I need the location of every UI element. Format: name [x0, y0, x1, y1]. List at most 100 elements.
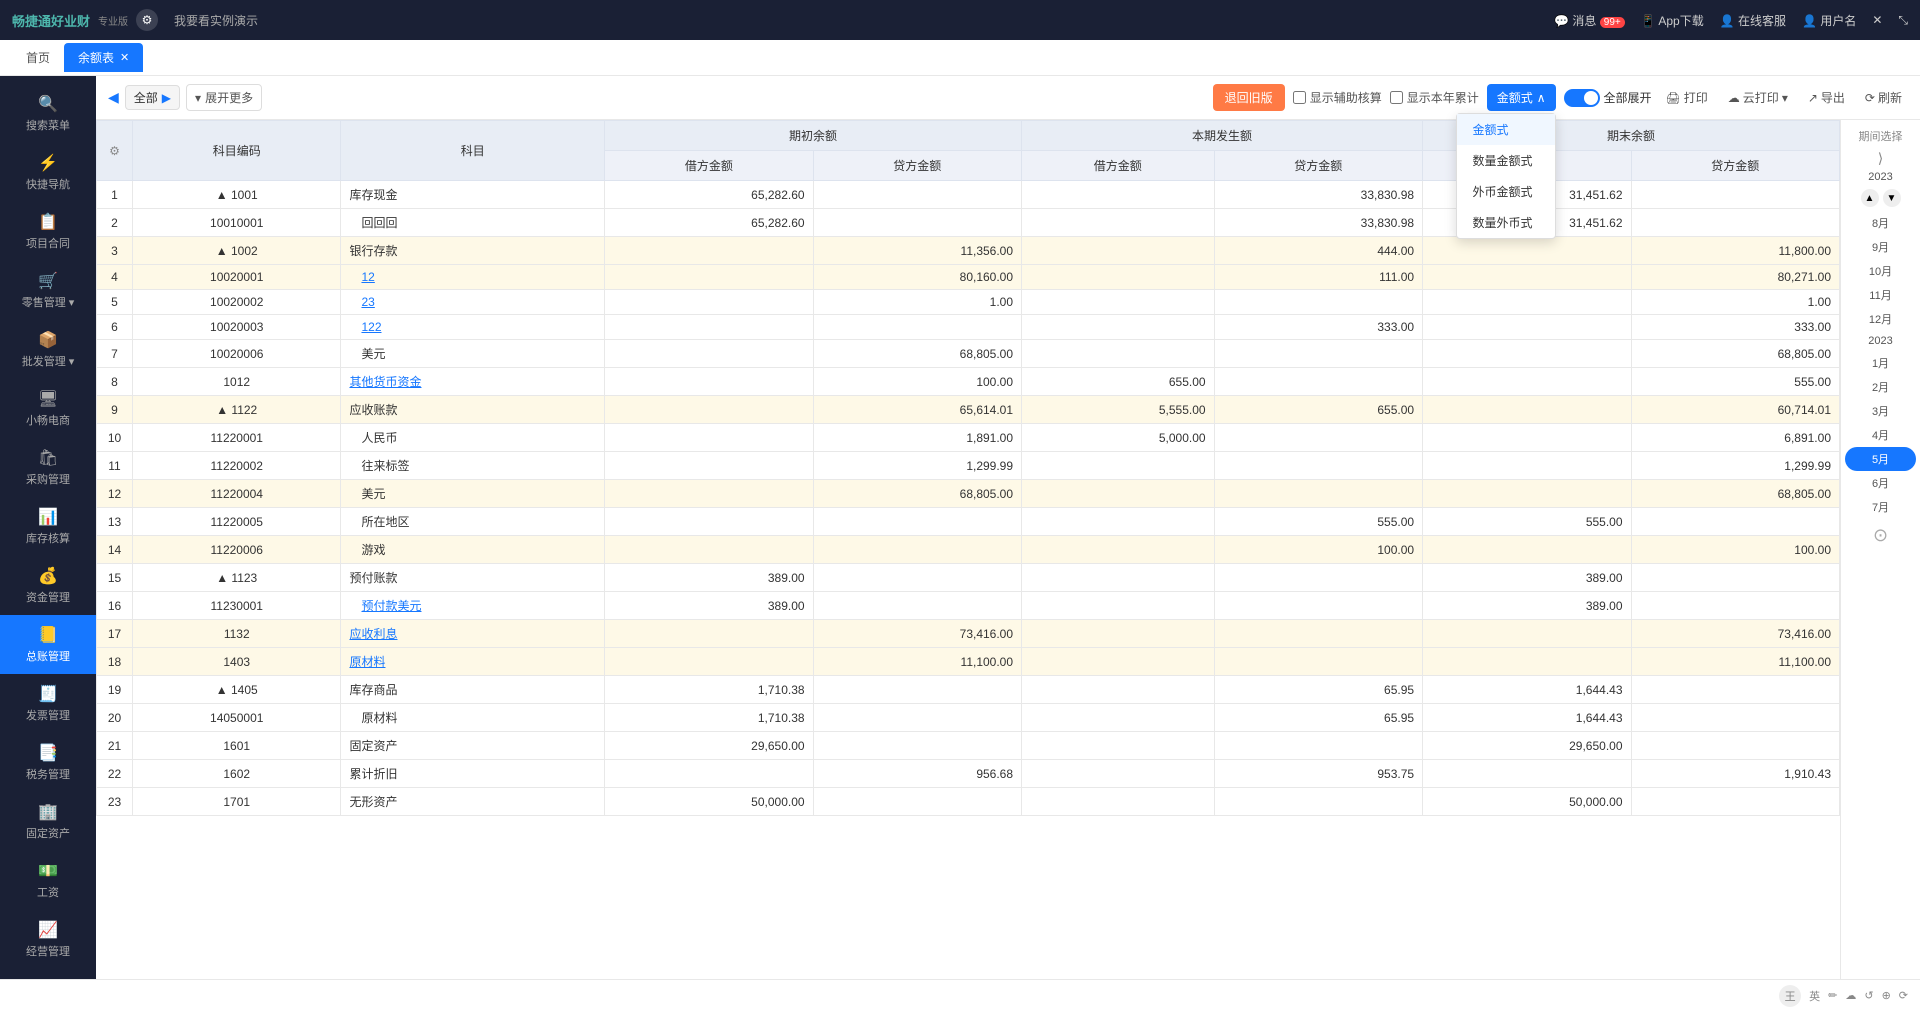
- period-collapse-btn[interactable]: ⟩: [1845, 150, 1916, 167]
- row-current-credit: [1214, 340, 1422, 368]
- app-download-btn[interactable]: 📱 App下载: [1641, 12, 1704, 29]
- sidebar-item-project[interactable]: 📋 项目合同: [0, 202, 96, 261]
- sidebar-item-payroll[interactable]: 💵 工资: [0, 851, 96, 910]
- period-month-item[interactable]: 8月: [1845, 211, 1916, 235]
- chevron-down-icon[interactable]: ⊙: [1873, 525, 1888, 545]
- sidebar-item-search[interactable]: 🔍 搜索菜单: [0, 84, 96, 143]
- row-name: 美元: [341, 480, 605, 508]
- row-name[interactable]: 应收利息: [341, 620, 605, 648]
- print-btn[interactable]: 🖨 打印: [1660, 85, 1714, 110]
- row-name[interactable]: 23: [341, 290, 605, 315]
- amount-type-btn[interactable]: 金额式 ∧: [1487, 84, 1556, 111]
- period-month-item[interactable]: 3月: [1845, 399, 1916, 423]
- bottom-icon-add[interactable]: ⊕: [1882, 989, 1891, 1002]
- back-old-version-btn[interactable]: 退回旧版: [1213, 84, 1285, 111]
- cloud-print-icon: ☁: [1728, 91, 1740, 105]
- full-expand-toggle[interactable]: 全部展开: [1564, 89, 1652, 107]
- toggle-switch-handle[interactable]: [1564, 89, 1600, 107]
- sidebar-item-quicknav[interactable]: ⚡ 快捷导航: [0, 143, 96, 202]
- dropdown-item-qty-foreign[interactable]: 数量外币式: [1457, 207, 1555, 238]
- sidebar-item-expense[interactable]: 🧮 小畅报销: [0, 969, 96, 979]
- show-sub-checkbox-label[interactable]: 显示辅助核算: [1293, 89, 1382, 106]
- dropdown-item-qty-amount[interactable]: 数量金额式: [1457, 145, 1555, 176]
- column-settings-icon[interactable]: ⚙: [109, 144, 120, 158]
- account-link[interactable]: 原材料: [349, 655, 385, 669]
- account-link[interactable]: 应收利息: [349, 627, 397, 641]
- account-link[interactable]: 12: [361, 270, 374, 284]
- bottom-icon-ying[interactable]: 英: [1809, 988, 1820, 1004]
- sidebar-item-retail[interactable]: 🛒 零售管理 ▾: [0, 261, 96, 320]
- sidebar-item-invoice[interactable]: 🧾 发票管理: [0, 674, 96, 733]
- row-name[interactable]: 12: [341, 265, 605, 290]
- refresh-btn[interactable]: ⟳ 刷新: [1859, 85, 1908, 110]
- sidebar-item-tax[interactable]: 📑 税务管理: [0, 733, 96, 792]
- row-name[interactable]: 原材料: [341, 648, 605, 676]
- row-name: 固定资产: [341, 732, 605, 760]
- period-month-item[interactable]: 2月: [1845, 375, 1916, 399]
- expand-more-btn[interactable]: ▾ 展开更多: [186, 84, 262, 111]
- account-link[interactable]: 其他货币资金: [349, 375, 421, 389]
- period-month-item[interactable]: 9月: [1845, 235, 1916, 259]
- dropdown-item-foreign-amount[interactable]: 外币金额式: [1457, 176, 1555, 207]
- tab-home[interactable]: 首页: [12, 43, 64, 72]
- row-opening-credit: [813, 508, 1021, 536]
- dropdown-item-amount[interactable]: 金额式: [1457, 114, 1555, 145]
- nav-back-arrow[interactable]: ◀: [108, 89, 119, 106]
- sidebar-item-purchase[interactable]: 🛍 采购管理: [0, 438, 96, 497]
- period-month-item[interactable]: 1月: [1845, 351, 1916, 375]
- cloud-print-btn[interactable]: ☁ 云打印 ▾: [1722, 85, 1794, 110]
- row-opening-credit: 11,356.00: [813, 237, 1021, 265]
- close-icon[interactable]: ✕: [1872, 13, 1882, 27]
- period-month-item[interactable]: 6月: [1845, 471, 1916, 495]
- row-name[interactable]: 其他货币资金: [341, 368, 605, 396]
- period-next-btn[interactable]: ▼: [1883, 189, 1901, 207]
- export-btn[interactable]: ↗ 导出: [1802, 85, 1851, 110]
- period-month-item[interactable]: 2023: [1845, 331, 1916, 351]
- period-month-item[interactable]: 4月: [1845, 423, 1916, 447]
- sidebar-item-inventory[interactable]: 📊 库存核算: [0, 497, 96, 556]
- search-forward-arrow[interactable]: ▶: [162, 91, 171, 105]
- row-closing-credit: 1.00: [1631, 290, 1839, 315]
- demo-link[interactable]: 我要看实例演示: [174, 12, 258, 29]
- bottom-icon-sync[interactable]: ↺: [1864, 989, 1873, 1002]
- row-closing-debit: [1423, 536, 1631, 564]
- user-avatar[interactable]: 👤 用户名: [1802, 12, 1856, 29]
- sidebar-item-ecommerce[interactable]: 🖥 小畅电商: [0, 379, 96, 438]
- account-link[interactable]: 预付款美元: [361, 599, 421, 613]
- th-opening: 期初余额: [605, 121, 1022, 151]
- row-name[interactable]: 122: [341, 315, 605, 340]
- message-btn[interactable]: 💬 消息 99+: [1554, 12, 1625, 29]
- show-yearly-checkbox[interactable]: [1390, 91, 1403, 104]
- row-opening-credit: [813, 209, 1021, 237]
- show-sub-checkbox[interactable]: [1293, 91, 1306, 104]
- period-collapse-bottom[interactable]: ⊙: [1845, 525, 1916, 546]
- period-month-item[interactable]: 10月: [1845, 259, 1916, 283]
- sidebar-item-wholesale[interactable]: 📦 批发管理 ▾: [0, 320, 96, 379]
- online-service-btn[interactable]: 👤 在线客服: [1720, 12, 1786, 29]
- period-month-item[interactable]: 5月: [1845, 447, 1916, 471]
- row-name[interactable]: 预付款美元: [341, 592, 605, 620]
- account-link[interactable]: 23: [361, 295, 374, 309]
- bottom-icon-refresh[interactable]: ⟳: [1899, 989, 1908, 1002]
- row-code: 10020006: [133, 340, 341, 368]
- th-gear[interactable]: ⚙: [97, 121, 133, 181]
- sidebar-item-general-ledger[interactable]: 📒 总账管理: [0, 615, 96, 674]
- bottom-icon-wang[interactable]: 王: [1779, 985, 1801, 1007]
- tab-close-icon[interactable]: ✕: [120, 51, 129, 64]
- row-closing-debit: 1,644.43: [1423, 704, 1631, 732]
- bottom-icon-edit[interactable]: ✏: [1828, 989, 1837, 1002]
- period-month-item[interactable]: 11月: [1845, 283, 1916, 307]
- period-month-item[interactable]: 7月: [1845, 495, 1916, 519]
- period-month-item[interactable]: 12月: [1845, 307, 1916, 331]
- tab-balance[interactable]: 余额表 ✕: [64, 43, 143, 72]
- account-link[interactable]: 122: [361, 320, 381, 334]
- sidebar-item-capital[interactable]: 💰 资金管理: [0, 556, 96, 615]
- show-yearly-checkbox-label[interactable]: 显示本年累计: [1390, 89, 1479, 106]
- sidebar-item-operations[interactable]: 📈 经营管理: [0, 910, 96, 969]
- row-current-credit: 33,830.98: [1214, 209, 1422, 237]
- expand-icon[interactable]: ⤡: [1898, 13, 1908, 28]
- bottom-icon-cloud[interactable]: ☁: [1845, 989, 1856, 1002]
- sidebar-item-fixed-assets[interactable]: 🏢 固定资产: [0, 792, 96, 851]
- settings-icon[interactable]: ⚙: [136, 9, 158, 31]
- period-prev-btn[interactable]: ▲: [1861, 189, 1879, 207]
